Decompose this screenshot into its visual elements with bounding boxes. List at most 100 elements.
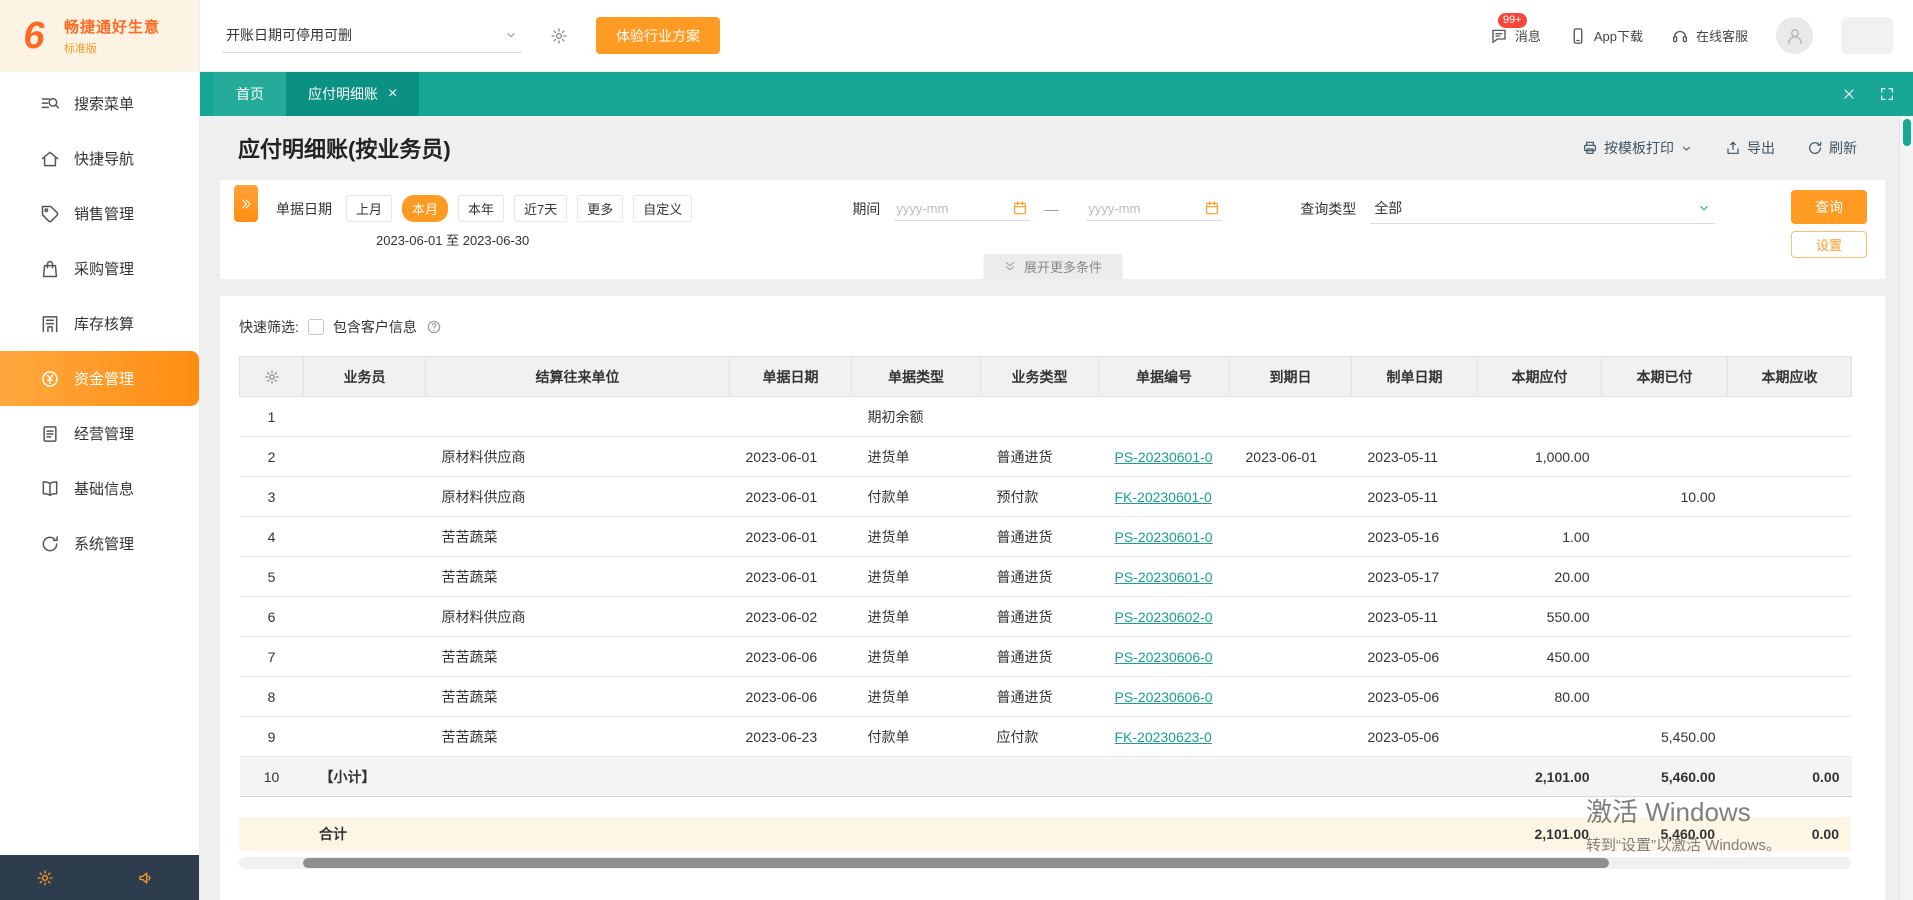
headset-icon [1671,27,1689,45]
col-header-doc-date[interactable]: 单据日期 [729,356,852,397]
sidebar-item-system-management[interactable]: 系统管理 [0,516,199,571]
messages-button[interactable]: 99+ 消息 [1490,13,1541,45]
quick-filter-label: 快速筛选: [239,319,299,335]
table-subtotal-row[interactable]: 10 【小计】 2,101.00 5,460.00 0.00 [239,756,1852,797]
table-row[interactable]: 1 期初余额 [239,396,1852,437]
table-row[interactable]: 2 原材料供应商 2023-06-01 进货单 普通进货 PS-20230601-0 202… [239,436,1852,477]
query-type-select[interactable]: 全部 [1370,193,1715,224]
table-row[interactable]: 5 苦苦蔬菜 2023-06-01 进货单 普通进货 PS-20230601-0 2023-… [239,556,1852,597]
industry-solution-button[interactable]: 体验行业方案 [596,17,720,54]
period-to-field[interactable] [1086,196,1223,221]
refresh-button[interactable]: 刷新 [1807,138,1857,158]
col-header-doc-no[interactable]: 单据编号 [1098,356,1230,397]
vertical-scrollbar[interactable] [1899,116,1913,900]
account-period-dropdown[interactable]: 开账日期可停用可删 [222,18,522,53]
table-settings-gear-icon[interactable] [264,369,280,385]
maximize-icon[interactable] [1879,86,1895,102]
date-option[interactable]: 近7天 [514,195,568,222]
account-period-value: 开账日期可停用可删 [226,27,352,43]
col-header-settings[interactable] [239,356,304,397]
doc-number-link[interactable]: FK-20230623-0 [1115,729,1212,745]
doc-number-link[interactable]: PS-20230606-0 [1115,649,1213,665]
account-settings-gear-icon[interactable] [550,27,568,45]
col-header-receivable[interactable]: 本期应收 [1727,356,1852,397]
avatar[interactable] [1776,17,1813,54]
messages-badge: 99+ [1497,13,1527,28]
app-download-button[interactable]: App下载 [1569,26,1643,45]
doc-number-link[interactable]: PS-20230602-0 [1115,609,1213,625]
close-all-icon[interactable] [1841,86,1857,102]
include-customer-checkbox[interactable] [307,319,324,335]
sidebar-item-label: 基础信息 [74,481,135,498]
export-button[interactable]: 导出 [1725,138,1775,158]
table-row[interactable]: 7 苦苦蔬菜 2023-06-06 进货单 普通进货 PS-20230606-0 2023-… [239,636,1852,677]
sidebar-item-quick-nav[interactable]: 快捷导航 [0,131,199,186]
date-option[interactable]: 自定义 [633,195,693,222]
period-from-field[interactable] [894,196,1031,221]
doc-number-link[interactable]: PS-20230601-0 [1115,449,1213,465]
date-option[interactable]: 本年 [458,195,505,222]
col-header-paid[interactable]: 本期已付 [1601,356,1728,397]
date-quick-options: 上月 本月 本年 近7天 更多 自定义 [346,195,693,222]
sidebar-item-sales-management[interactable]: 销售管理 [0,186,199,241]
horizontal-scrollbar-thumb[interactable] [303,858,1610,868]
topbar: 开账日期可停用可删 体验行业方案 99+ 消息 App下载 在线客服 [200,0,1913,72]
table-row[interactable]: 8 苦苦蔬菜 2023-06-06 进货单 普通进货 PS-20230606-0 2023-… [239,676,1852,717]
quick-filter-bar: 快速筛选: 包含客户信息 [239,296,1866,356]
page-title: 应付明细账(按业务员) [238,137,451,162]
period-from-input[interactable] [896,200,997,216]
include-customer-label: 包含客户信息 [332,319,417,335]
sidebar-item-basic-info[interactable]: 基础信息 [0,461,199,516]
user-menu[interactable] [1841,17,1893,54]
search-icon [40,94,60,114]
operations-icon [40,424,60,444]
sidebar-footer [0,855,199,900]
doc-number-link[interactable]: PS-20230601-0 [1115,529,1213,545]
table-row[interactable]: 6 原材料供应商 2023-06-02 进货单 普通进货 PS-20230602-0 202… [239,596,1852,637]
print-by-template-button[interactable]: 按模板打印 [1582,138,1693,158]
col-header-salesman[interactable]: 业务员 [303,356,426,397]
settings-gear-icon[interactable] [36,869,54,887]
doc-number-link[interactable]: FK-20230601-0 [1115,489,1212,505]
table-row[interactable]: 9 苦苦蔬菜 2023-06-23 付款单 应付款 FK-20230623-0 2023-0… [239,716,1852,757]
search-button[interactable]: 查询 [1791,190,1867,224]
help-icon[interactable] [426,319,442,335]
topbar-right: 99+ 消息 App下载 在线客服 [1490,13,1893,54]
sidebar-item-search-menu[interactable]: 搜索菜单 [0,76,199,131]
doc-number-link[interactable]: PS-20230601-0 [1115,569,1213,585]
online-service-button[interactable]: 在线客服 [1671,26,1748,45]
sidebar-item-inventory-accounting[interactable]: 库存核算 [0,296,199,351]
sidebar-item-operations-management[interactable]: 经营管理 [0,406,199,461]
vertical-scrollbar-thumb[interactable] [1903,119,1911,146]
date-option[interactable]: 更多 [577,195,624,222]
tab-home[interactable]: 首页 [214,72,286,116]
table-row[interactable]: 4 苦苦蔬菜 2023-06-01 进货单 普通进货 PS-20230601-0 2023-… [239,516,1852,557]
date-option[interactable]: 本月 [402,195,449,222]
horizontal-scrollbar[interactable] [239,857,1851,869]
sidebar-item-purchase-management[interactable]: 采购管理 [0,241,199,296]
tab-close-icon[interactable]: × [388,86,397,102]
refresh-icon [1807,140,1823,156]
announcement-speaker-icon[interactable] [137,869,155,887]
system-icon [40,534,60,554]
col-header-doc-type[interactable]: 单据类型 [851,356,981,397]
col-header-payable[interactable]: 本期应付 [1477,356,1602,397]
doc-number-link[interactable]: PS-20230606-0 [1115,689,1213,705]
date-option[interactable]: 上月 [346,195,393,222]
calendar-icon[interactable] [1012,200,1028,216]
table-row[interactable]: 3 原材料供应商 2023-06-01 付款单 预付款 FK-20230601-0 2023… [239,476,1852,517]
col-header-due-date[interactable]: 到期日 [1229,356,1352,397]
calendar-icon[interactable] [1204,200,1220,216]
period-to-input[interactable] [1088,200,1189,216]
sidebar-item-funds-management[interactable]: 资金管理 [0,351,199,406]
expand-more-conditions[interactable]: 展开更多条件 [982,254,1123,279]
col-header-counterparty[interactable]: 结算往来单位 [425,356,730,397]
filter-panel: 单据日期 上月本月本年近7天更多自定义 期间 — 查询类型 全部 [220,180,1885,279]
col-header-create-date[interactable]: 制单日期 [1351,356,1478,397]
settings-button[interactable]: 设置 [1791,231,1867,258]
filter-actions: 查询 设置 [1791,190,1867,258]
tab-payable-detail[interactable]: 应付明细账 × [286,72,420,116]
tab-label: 首页 [236,86,264,102]
collapse-filter-tab[interactable] [234,185,258,222]
col-header-biz-type[interactable]: 业务类型 [980,356,1099,397]
